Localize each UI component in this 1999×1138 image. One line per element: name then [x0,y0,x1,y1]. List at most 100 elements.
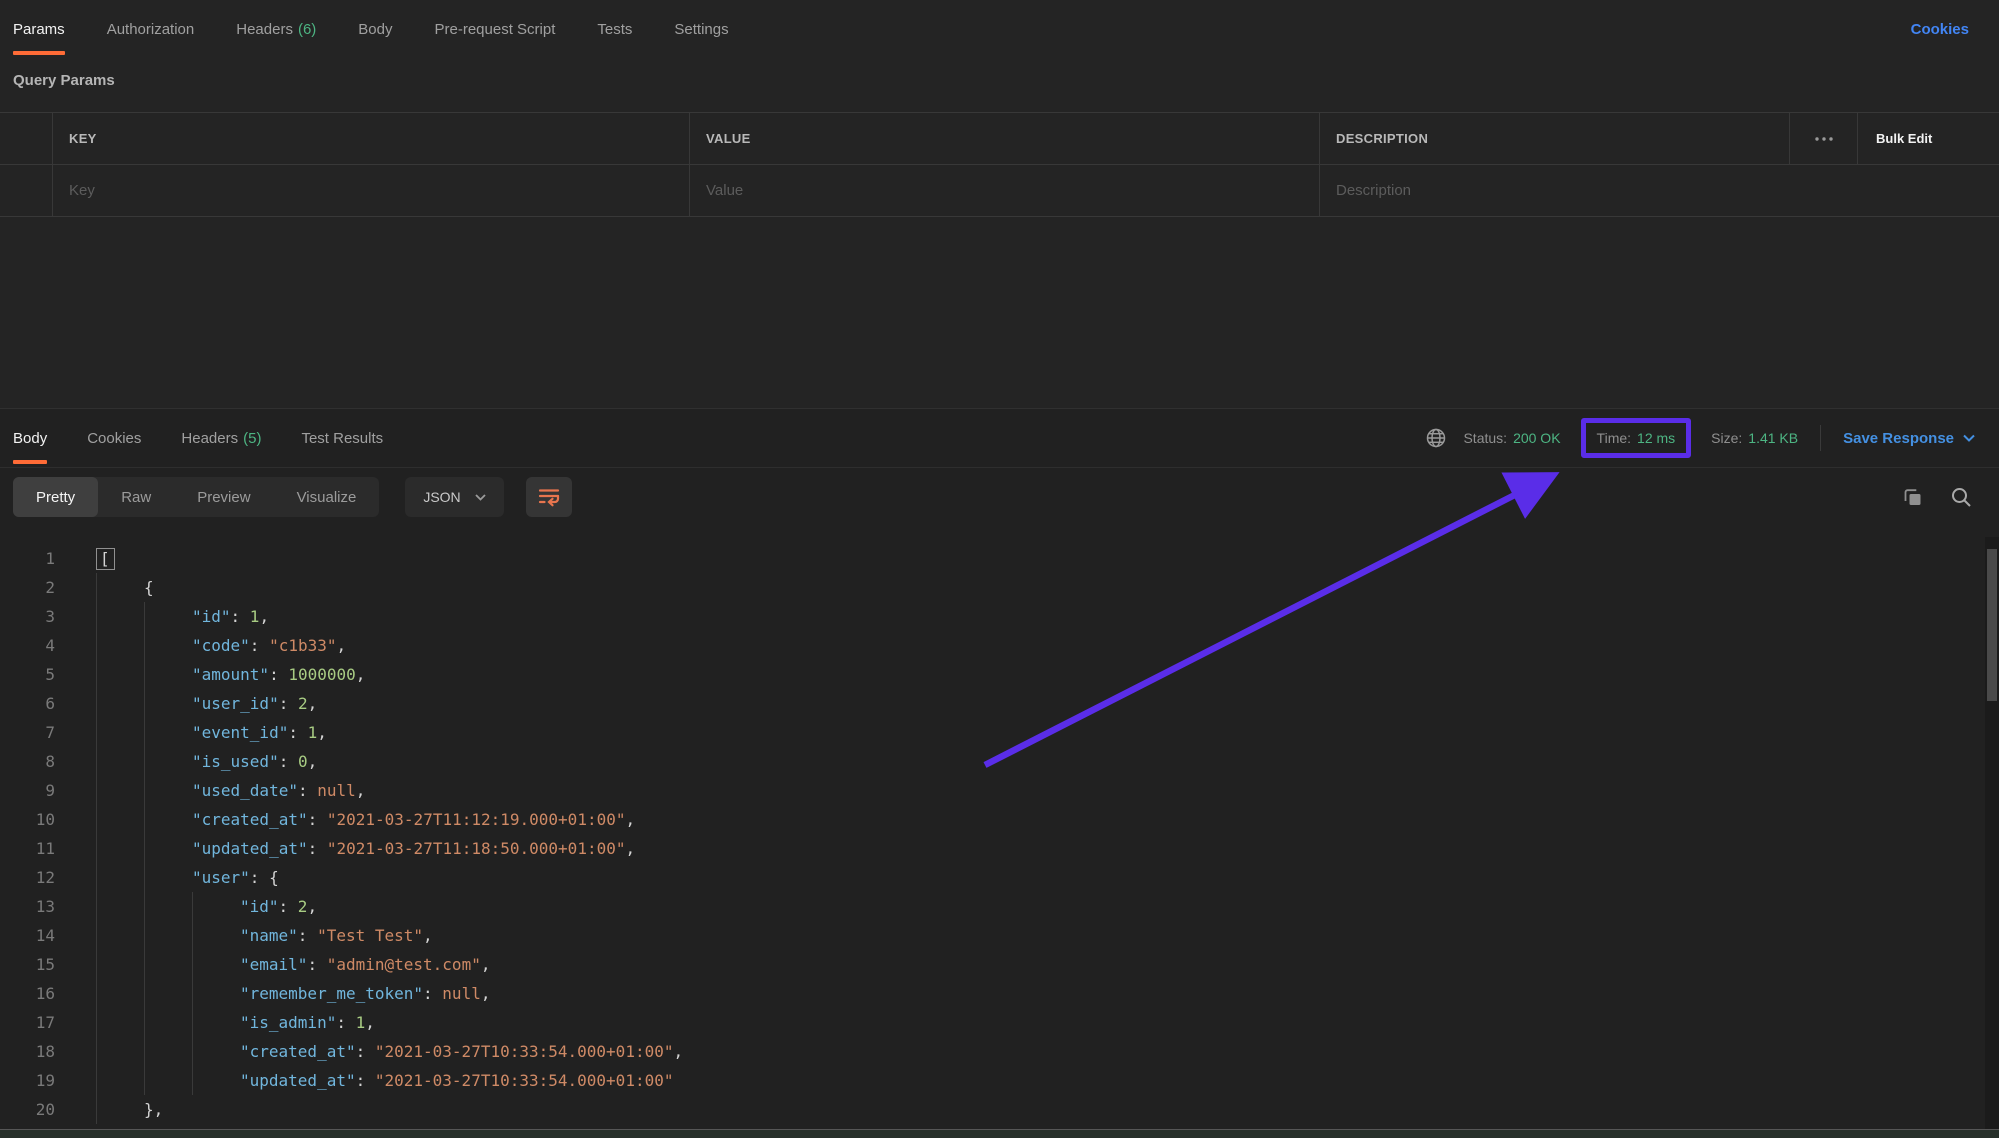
line-number: 15 [0,950,55,979]
code-line: 17 "is_admin": 1, [0,1008,1999,1037]
cookies-link[interactable]: Cookies [1911,21,1969,38]
wrap-text-button[interactable] [526,477,572,517]
request-tab-body[interactable]: Body [358,0,392,58]
indent-guide [144,689,192,718]
code-token: : [298,926,317,945]
line-number: 10 [0,805,55,834]
response-body-viewer[interactable]: 1[2{3"id": 1,4"code": "c1b33",5"amount":… [0,537,1999,1130]
code-token: "event_id" [192,723,288,742]
time-value: 12 ms [1637,430,1675,446]
code-token: "2021-03-27T10:33:54.000+01:00" [375,1071,674,1090]
tab-label: Cookies [87,430,141,447]
code-token: "updated_at" [240,1071,356,1090]
time-label: Time: [1597,430,1631,446]
row-select-cell[interactable] [0,165,53,216]
line-number: 3 [0,602,55,631]
value-header-label: VALUE [706,131,751,146]
code-token: "used_date" [192,781,298,800]
status-label: Status: [1463,430,1507,446]
code-line: 15"email": "admin@test.com", [0,950,1999,979]
params-input-row: Key Value Description [0,164,1999,217]
code-token: , [307,897,317,916]
code-token: "amount" [192,665,269,684]
code-token: , [308,694,318,713]
code-line: 8"is_used": 0, [0,747,1999,776]
code-token: 1 [356,1013,366,1032]
line-content: "id": 1, [93,602,269,631]
code-line: 4"code": "c1b33", [0,631,1999,660]
tab-label: Headers [181,430,238,447]
line-content: "updated_at": "2021-03-27T10:33:54.000+0… [93,1066,673,1095]
indent-guide [144,950,192,979]
indent-guide [96,1037,144,1066]
wrap-text-icon [537,486,561,508]
response-tab-body[interactable]: Body [13,409,47,467]
line-number: 12 [0,863,55,892]
params-more-actions-button[interactable] [1790,113,1858,164]
indent-guide [96,834,144,863]
response-tab-cookies[interactable]: Cookies [87,409,141,467]
line-content: }, [93,1095,163,1124]
request-tab-settings[interactable]: Settings [674,0,728,58]
indent-guide [96,1008,144,1037]
select-all-cell[interactable] [0,113,53,164]
indent-guide [96,805,144,834]
key-input[interactable]: Key [53,165,690,216]
bulk-edit-button[interactable]: Bulk Edit [1858,113,1999,164]
code-token: null [317,781,356,800]
code-token: "id" [192,607,231,626]
bottom-edge-strip [0,1129,1999,1138]
indent-guide [144,602,192,631]
globe-icon [1425,427,1447,449]
code-token: , [481,984,491,1003]
line-content: "user_id": 2, [93,689,317,718]
code-token: : [269,665,288,684]
code-token: , [625,810,635,829]
tab-label: Params [13,21,65,38]
tab-count-badge: (5) [243,430,261,447]
code-token: , [673,1042,683,1061]
indent-guide [144,776,192,805]
description-input[interactable]: Description [1320,165,1999,216]
request-tab-authorization[interactable]: Authorization [107,0,195,58]
indent-guide [96,776,144,805]
size-value: 1.41 KB [1748,430,1798,446]
value-input[interactable]: Value [690,165,1320,216]
line-content: "is_admin": 1, [93,1008,375,1037]
line-content: { [93,573,154,602]
code-line: 10"created_at": "2021-03-27T11:12:19.000… [0,805,1999,834]
code-token: "id" [240,897,279,916]
response-meta-right: Status: 200 OK Time: 12 ms Size: 1.41 KB… [1425,418,1975,458]
request-tab-headers[interactable]: Headers(6) [236,0,316,58]
line-number: 17 [0,1008,55,1037]
code-token: 0 [298,752,308,771]
request-tab-pre-request-script[interactable]: Pre-request Script [435,0,556,58]
view-pretty[interactable]: Pretty [13,477,98,517]
language-label: JSON [423,489,460,505]
code-line: 3 "id": 1, [0,602,1999,631]
line-content: "is_used": 0, [93,747,317,776]
indent-guide [144,921,192,950]
code-line: 11"updated_at": "2021-03-27T11:18:50.000… [0,834,1999,863]
view-raw[interactable]: Raw [98,477,174,517]
response-tab-headers[interactable]: Headers (5) [181,409,261,467]
response-toolbar: PrettyRawPreviewVisualize JSON [13,475,1973,519]
language-dropdown[interactable]: JSON [405,477,503,517]
code-token: null [442,984,481,1003]
save-response-button[interactable]: Save Response [1843,430,1975,447]
search-icon[interactable] [1950,486,1973,509]
view-preview[interactable]: Preview [174,477,273,517]
key-placeholder: Key [69,182,95,199]
params-header-row: KEY VALUE DESCRIPTION Bulk Edit [0,112,1999,164]
copy-icon[interactable] [1901,486,1924,509]
code-token: , [356,665,366,684]
code-scrollbar-thumb[interactable] [1987,549,1997,701]
request-tab-tests[interactable]: Tests [597,0,632,58]
response-tab-test-results[interactable]: Test Results [301,409,383,467]
more-actions-icon [1813,135,1835,143]
code-tools [1901,486,1973,509]
view-visualize[interactable]: Visualize [274,477,380,517]
code-token: : [288,723,307,742]
tab-label: Settings [674,21,728,38]
request-tab-params[interactable]: Params [13,0,65,58]
